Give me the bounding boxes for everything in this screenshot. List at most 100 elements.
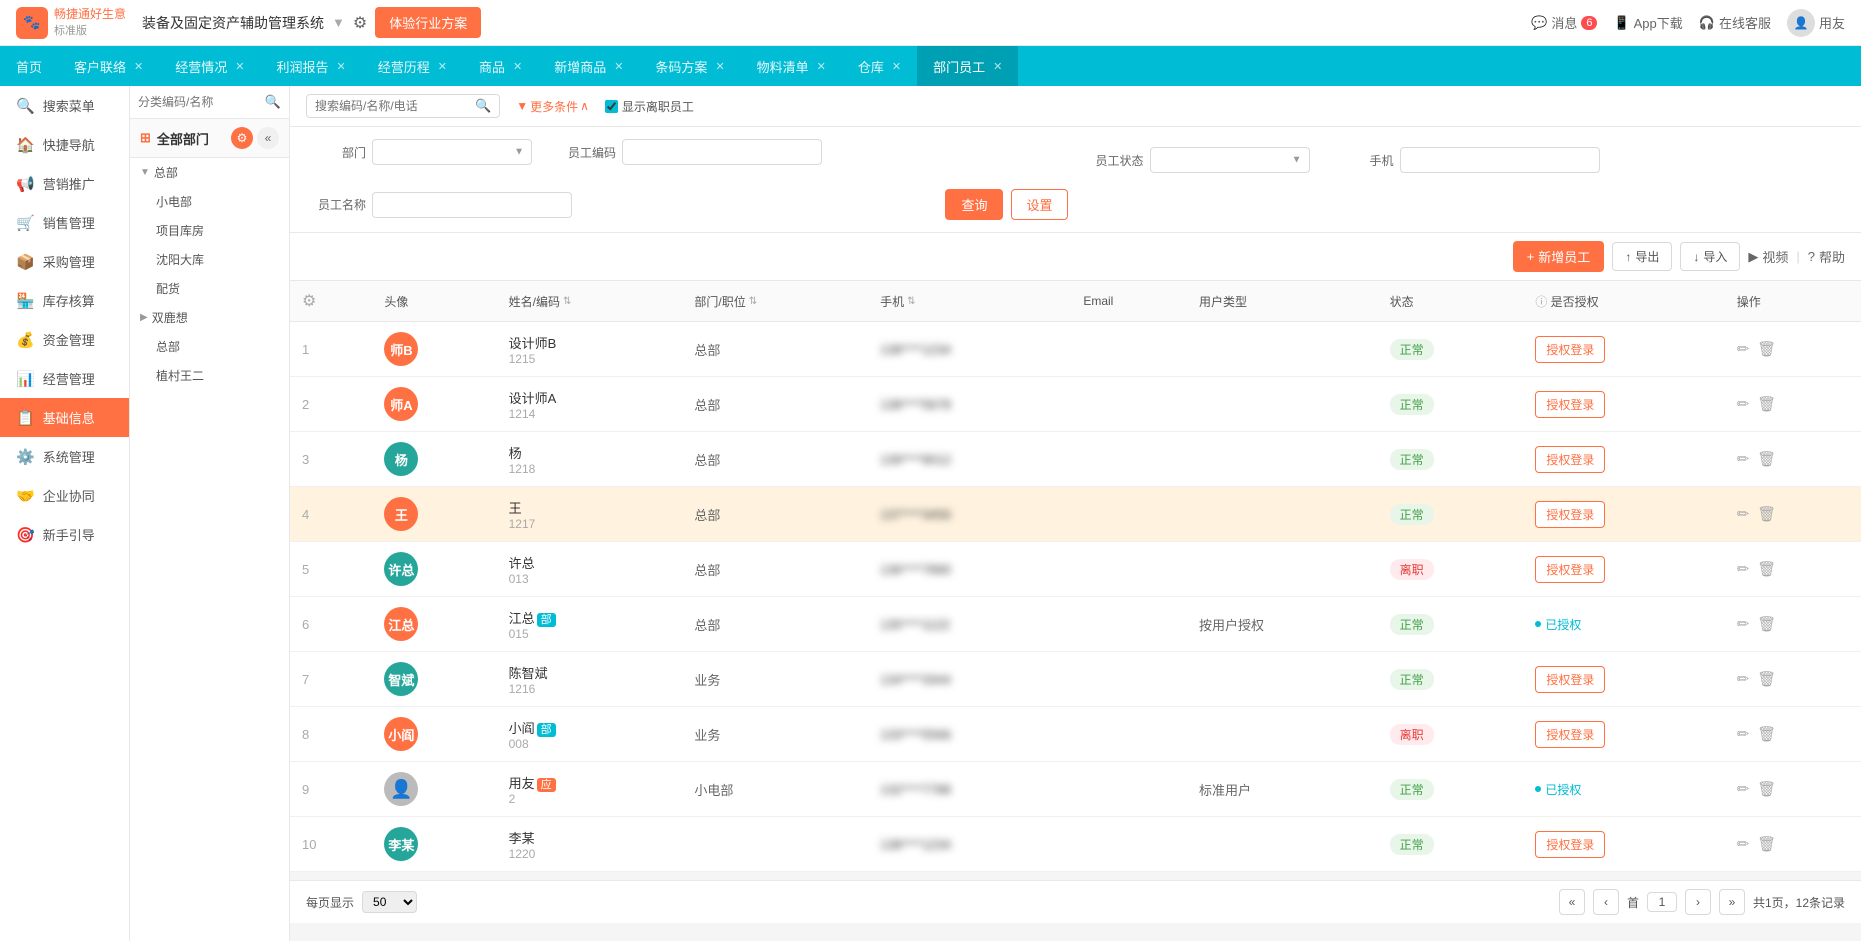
tab-operation[interactable]: 经营情况✕ <box>159 46 260 86</box>
delete-icon[interactable]: 🗑 <box>1757 725 1776 743</box>
tab-warehouse[interactable]: 仓库✕ <box>842 46 917 86</box>
tab-barcode[interactable]: 条码方案✕ <box>639 46 740 86</box>
sidebar-item-inventory[interactable]: 🏪 库存核算 <box>0 281 129 320</box>
tree-node-zhicun[interactable]: 植村王二 <box>130 361 289 390</box>
tab-history[interactable]: 经营历程✕ <box>362 46 463 86</box>
sidebar-item-business[interactable]: 📊 经营管理 <box>0 359 129 398</box>
auth-button[interactable]: 授权登录 <box>1535 391 1605 418</box>
close-icon[interactable]: ✕ <box>134 60 143 73</box>
delete-icon[interactable]: 🗑 <box>1757 780 1776 798</box>
trial-button[interactable]: 体验行业方案 <box>375 7 481 38</box>
online-service-button[interactable]: 🎧 在线客服 <box>1699 13 1771 32</box>
sidebar-item-finance[interactable]: 💰 资金管理 <box>0 320 129 359</box>
sidebar-item-guide[interactable]: 🎯 新手引导 <box>0 515 129 554</box>
tab-department[interactable]: 部门员工✕ <box>917 46 1018 86</box>
set-button[interactable]: 设置 <box>1011 189 1067 220</box>
tab-new-goods[interactable]: 新增商品✕ <box>538 46 639 86</box>
help-button[interactable]: ? 帮助 <box>1808 247 1845 266</box>
delete-icon[interactable]: 🗑 <box>1757 505 1776 523</box>
system-dropdown-icon[interactable]: ▼ <box>332 15 345 30</box>
tree-node-shuanglu[interactable]: ▶ 双鹿想 <box>130 303 289 332</box>
edit-icon[interactable]: ✏ <box>1737 340 1750 358</box>
tree-search-input[interactable] <box>138 95 265 109</box>
delete-icon[interactable]: 🗑 <box>1757 835 1776 853</box>
delete-icon[interactable]: 🗑 <box>1757 340 1776 358</box>
import-button[interactable]: ↓ 导入 <box>1680 242 1740 271</box>
tab-profit[interactable]: 利润报告✕ <box>260 46 361 86</box>
tab-home[interactable]: 首页 <box>0 46 58 86</box>
auth-button[interactable]: 授权登录 <box>1535 666 1605 693</box>
tree-collapse-btn[interactable]: « <box>257 127 279 149</box>
sidebar-item-nav[interactable]: 🏠 快捷导航 <box>0 125 129 164</box>
tree-node-shenyang[interactable]: 沈阳大库 <box>130 245 289 274</box>
show-resigned-checkbox[interactable] <box>605 100 618 113</box>
search-icon[interactable]: 🔍 <box>475 98 491 114</box>
sidebar-item-basic[interactable]: 📋 基础信息 <box>0 398 129 437</box>
sort-phone[interactable]: 手机 ⇅ <box>880 293 1059 310</box>
sidebar-item-search[interactable]: 🔍 搜索菜单 <box>0 86 129 125</box>
close-icon[interactable]: ✕ <box>715 60 724 73</box>
edit-icon[interactable]: ✏ <box>1737 505 1750 523</box>
search-input[interactable] <box>315 99 475 113</box>
delete-icon[interactable]: 🗑 <box>1757 670 1776 688</box>
edit-icon[interactable]: ✏ <box>1737 670 1750 688</box>
emp-code-input[interactable] <box>622 139 822 165</box>
close-icon[interactable]: ✕ <box>817 60 826 73</box>
emp-name-input[interactable] <box>372 192 572 218</box>
edit-icon[interactable]: ✏ <box>1737 560 1750 578</box>
edit-icon[interactable]: ✏ <box>1737 395 1750 413</box>
close-icon[interactable]: ✕ <box>235 60 244 73</box>
query-button[interactable]: 查询 <box>945 189 1003 220</box>
sort-name[interactable]: 姓名/编码 ⇅ <box>509 293 671 310</box>
export-button[interactable]: ↑ 导出 <box>1612 242 1672 271</box>
dept-select[interactable] <box>372 139 532 165</box>
tree-add-btn[interactable]: ⚙ <box>231 127 253 149</box>
close-icon[interactable]: ✕ <box>892 60 901 73</box>
tree-node-xiaodibu[interactable]: 小电部 <box>130 187 289 216</box>
more-conditions-btn[interactable]: ▼ 更多条件 ∧ <box>516 98 589 115</box>
delete-icon[interactable]: 🗑 <box>1757 450 1776 468</box>
delete-icon[interactable]: 🗑 <box>1757 395 1776 413</box>
edit-icon[interactable]: ✏ <box>1737 835 1750 853</box>
first-page-btn[interactable]: « <box>1559 889 1585 915</box>
tab-goods[interactable]: 商品✕ <box>463 46 538 86</box>
tab-customer[interactable]: 客户联络✕ <box>58 46 159 86</box>
tree-node-peihuo[interactable]: 配货 <box>130 274 289 303</box>
sidebar-item-purchase[interactable]: 📦 采购管理 <box>0 242 129 281</box>
message-button[interactable]: 💬 消息 6 <box>1531 13 1597 32</box>
settings-icon[interactable]: ⚙ <box>353 13 367 33</box>
auth-button[interactable]: 授权登录 <box>1535 336 1605 363</box>
tree-node-zongbu-root[interactable]: ▼ 总部 <box>130 158 289 187</box>
close-icon[interactable]: ✕ <box>337 60 346 73</box>
auth-button[interactable]: 授权登录 <box>1535 446 1605 473</box>
close-icon[interactable]: ✕ <box>993 60 1002 73</box>
close-icon[interactable]: ✕ <box>513 60 522 73</box>
tree-node-project[interactable]: 项目库房 <box>130 216 289 245</box>
config-icon[interactable]: ⚙ <box>302 293 316 310</box>
page-size-select[interactable]: 50 100 200 <box>362 891 417 913</box>
sidebar-item-marketing[interactable]: 📢 营销推广 <box>0 164 129 203</box>
sort-dept[interactable]: 部门/职位 ⇅ <box>694 293 856 310</box>
app-download-button[interactable]: 📱 App下载 <box>1613 13 1682 32</box>
tab-bom[interactable]: 物料清单✕ <box>741 46 842 86</box>
auth-button[interactable]: 授权登录 <box>1535 831 1605 858</box>
delete-icon[interactable]: 🗑 <box>1757 615 1776 633</box>
video-button[interactable]: ▶ 视频 <box>1748 247 1788 266</box>
edit-icon[interactable]: ✏ <box>1737 725 1750 743</box>
delete-icon[interactable]: 🗑 <box>1757 560 1776 578</box>
close-icon[interactable]: ✕ <box>614 60 623 73</box>
prev-page-btn[interactable]: ‹ <box>1593 889 1619 915</box>
tree-node-zongbu[interactable]: 总部 <box>130 332 289 361</box>
edit-icon[interactable]: ✏ <box>1737 780 1750 798</box>
user-button[interactable]: 👤 用友 <box>1787 9 1845 37</box>
auth-button[interactable]: 授权登录 <box>1535 556 1605 583</box>
sidebar-item-sales[interactable]: 🛒 销售管理 <box>0 203 129 242</box>
phone-input[interactable] <box>1400 147 1600 173</box>
sidebar-item-collab[interactable]: 🤝 企业协同 <box>0 476 129 515</box>
sidebar-item-system[interactable]: ⚙️ 系统管理 <box>0 437 129 476</box>
close-icon[interactable]: ✕ <box>438 60 447 73</box>
show-resigned-toggle[interactable]: 显示离职员工 <box>605 98 694 115</box>
last-page-btn[interactable]: » <box>1719 889 1745 915</box>
edit-icon[interactable]: ✏ <box>1737 615 1750 633</box>
add-employee-button[interactable]: + 新增员工 <box>1513 241 1605 272</box>
